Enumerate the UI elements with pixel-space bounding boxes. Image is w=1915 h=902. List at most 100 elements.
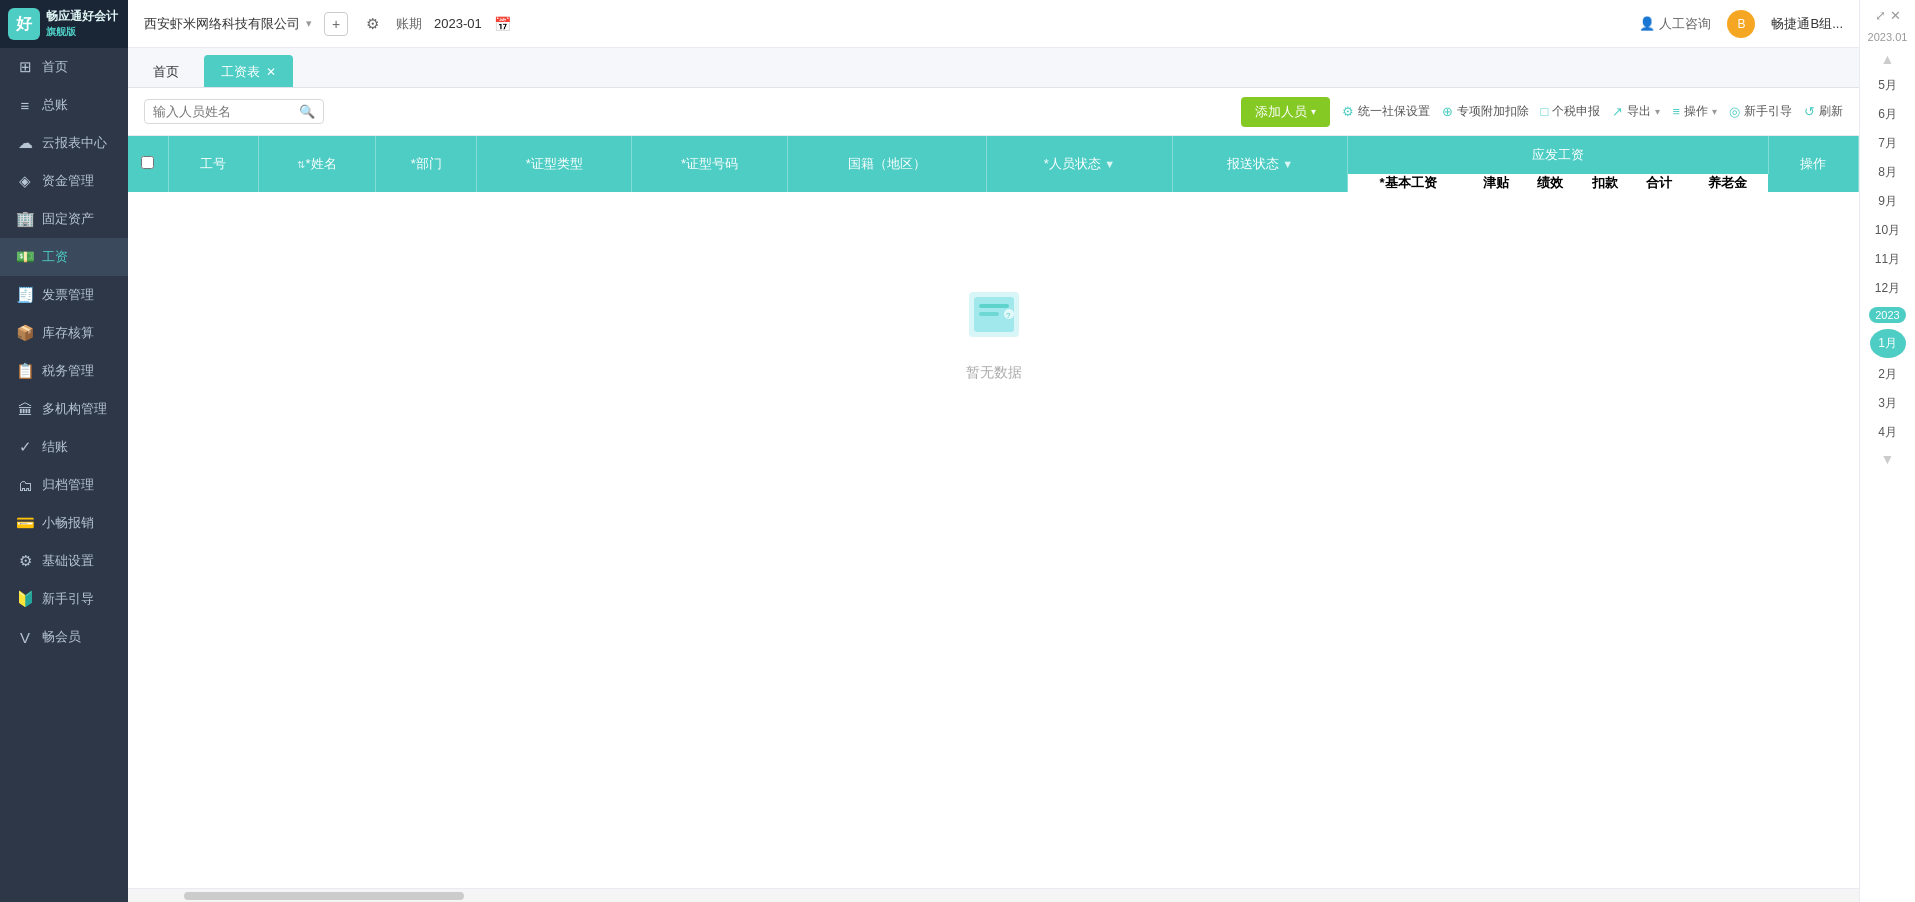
social-insurance-icon: ⚙ [1342,104,1354,119]
add-person-button[interactable]: 添加人员 ▾ [1241,97,1330,127]
th-checkbox[interactable] [128,136,168,192]
export-button[interactable]: ↗ 导出 ▾ [1612,103,1660,120]
operations-icon: ≡ [1672,104,1680,119]
empty-icon: ? [954,272,1034,352]
th-salary-group: 应发工资 [1348,136,1769,174]
toolbar-right: 添加人员 ▾ ⚙ 统一社保设置 ⊕ 专项附加扣除 □ 个税申报 ↗ 导出 ▾ ≡ [1241,97,1843,127]
date-item-7[interactable]: 7月 [1860,129,1915,158]
th-deduction: 扣款 [1577,174,1632,192]
sidebar-item-salary[interactable]: 💵 工资 [0,238,128,276]
th-report-status: 报送状态 ▼ [1172,136,1347,192]
export-label: 导出 [1627,103,1651,120]
sidebar-nav: ⊞ 首页 ≡ 总账 ☁ 云报表中心 ◈ 资金管理 🏢 固定资产 💵 工资 🧾 发… [0,48,128,902]
sidebar-item-member-label: 畅会员 [42,628,81,646]
guide-label: 新手引导 [1744,103,1792,120]
sidebar-item-multi-org[interactable]: 🏛 多机构管理 [0,390,128,428]
sidebar-item-archive[interactable]: 🗂 归档管理 [0,466,128,504]
calendar-icon[interactable]: 📅 [494,16,511,32]
sidebar-item-fixed-assets[interactable]: 🏢 固定资产 [0,200,128,238]
cloud-icon: ☁ [16,134,34,152]
panel-close-icon[interactable]: ✕ [1890,8,1901,23]
th-id-no: *证型号码 [632,136,787,192]
sidebar-item-close-label: 结账 [42,438,68,456]
company-selector[interactable]: 西安虾米网络科技有限公司 ▾ [144,15,312,33]
sort-icon[interactable]: ⇅ [297,159,305,170]
sidebar-item-expense[interactable]: 💳 小畅报销 [0,504,128,542]
inventory-icon: 📦 [16,324,34,342]
guide-icon: ◎ [1729,104,1740,119]
date-item-2[interactable]: 2月 [1860,360,1915,389]
social-insurance-button[interactable]: ⚙ 统一社保设置 [1342,103,1430,120]
horizontal-scrollbar[interactable] [184,892,464,900]
select-all-checkbox[interactable] [141,156,154,169]
date-item-5[interactable]: 5月 [1860,71,1915,100]
personal-tax-label: 个税申报 [1552,103,1600,120]
support-button[interactable]: 👤 人工咨询 [1639,15,1711,33]
date-item-3[interactable]: 3月 [1860,389,1915,418]
date-year-badge: 2023 [1869,307,1905,323]
sidebar-item-fund[interactable]: ◈ 资金管理 [0,162,128,200]
scroll-bar-area [128,888,1859,902]
add-person-chevron-icon: ▾ [1311,106,1316,117]
th-name: ⇅*姓名 [258,136,376,192]
sidebar-item-member[interactable]: V 畅会员 [0,618,128,656]
tabs-bar: 首页 工资表 ✕ [128,48,1859,88]
guide-button[interactable]: ◎ 新手引导 [1729,103,1792,120]
sidebar-item-home[interactable]: ⊞ 首页 [0,48,128,86]
svg-rect-2 [979,304,1009,308]
th-total: 合计 [1632,174,1687,192]
report-status-filter-icon[interactable]: ▼ [1282,158,1293,170]
sidebar-item-ledger[interactable]: ≡ 总账 [0,86,128,124]
date-item-10[interactable]: 10月 [1860,216,1915,245]
sidebar-item-expense-label: 小畅报销 [42,514,94,532]
sidebar-item-cloud-report[interactable]: ☁ 云报表中心 [0,124,128,162]
tab-salary-label: 工资表 [221,63,260,81]
date-item-6[interactable]: 6月 [1860,100,1915,129]
ledger-icon: ≡ [16,97,34,114]
date-item-8[interactable]: 8月 [1860,158,1915,187]
sidebar-item-close[interactable]: ✓ 结账 [0,428,128,466]
personal-tax-button[interactable]: □ 个税申报 [1541,103,1601,120]
date-item-1[interactable]: 1月 [1870,329,1906,358]
period-value: 2023-01 [434,16,482,31]
date-panel-year-header: 2023.01 [1864,27,1912,47]
home-icon: ⊞ [16,58,34,76]
sidebar-item-inventory[interactable]: 📦 库存核算 [0,314,128,352]
empty-text: 暂无数据 [966,364,1022,382]
date-item-12[interactable]: 12月 [1860,274,1915,303]
date-panel-down-icon[interactable]: ▼ [1877,447,1899,471]
th-operations: 操作 [1768,136,1858,192]
emp-status-filter-icon[interactable]: ▼ [1104,158,1115,170]
panel-expand-icon[interactable]: ⤢ [1875,8,1886,23]
sidebar-item-tax[interactable]: 📋 税务管理 [0,352,128,390]
settings-button[interactable]: ⚙ [360,12,384,36]
app-title: 畅应通好会计 [46,9,118,25]
sidebar-item-new-guide[interactable]: 🔰 新手引导 [0,580,128,618]
special-deduction-button[interactable]: ⊕ 专项附加扣除 [1442,103,1529,120]
sidebar-item-invoice-label: 发票管理 [42,286,94,304]
sidebar-item-invoice[interactable]: 🧾 发票管理 [0,276,128,314]
top-header: 西安虾米网络科技有限公司 ▾ + ⚙ 账期 2023-01 📅 👤 人工咨询 B… [128,0,1859,48]
tab-close-icon[interactable]: ✕ [266,65,276,79]
tab-home[interactable]: 首页 [136,55,196,87]
logo-icon: 好 [8,8,40,40]
date-item-9[interactable]: 9月 [1860,187,1915,216]
header-right: 👤 人工咨询 B 畅捷通B组... [1639,10,1843,38]
th-allowance: 津贴 [1468,174,1523,192]
user-name[interactable]: 畅捷通B组... [1771,15,1843,33]
main-area: 西安虾米网络科技有限公司 ▾ + ⚙ 账期 2023-01 📅 👤 人工咨询 B… [128,0,1859,902]
period-label: 账期 [396,15,422,33]
tab-home-label: 首页 [153,63,179,81]
tab-salary[interactable]: 工资表 ✕ [204,55,293,87]
operations-button[interactable]: ≡ 操作 ▾ [1672,103,1717,120]
toolbar: 🔍 添加人员 ▾ ⚙ 统一社保设置 ⊕ 专项附加扣除 □ 个税申报 ↗ 导出 [128,88,1859,136]
tax-icon: 📋 [16,362,34,380]
add-company-button[interactable]: + [324,12,348,36]
date-panel-up-icon[interactable]: ▲ [1877,47,1899,71]
sidebar-item-basic-settings[interactable]: ⚙ 基础设置 [0,542,128,580]
special-deduction-icon: ⊕ [1442,104,1453,119]
search-input[interactable] [153,104,293,119]
date-item-4[interactable]: 4月 [1860,418,1915,447]
refresh-button[interactable]: ↺ 刷新 [1804,103,1843,120]
date-item-11[interactable]: 11月 [1860,245,1915,274]
